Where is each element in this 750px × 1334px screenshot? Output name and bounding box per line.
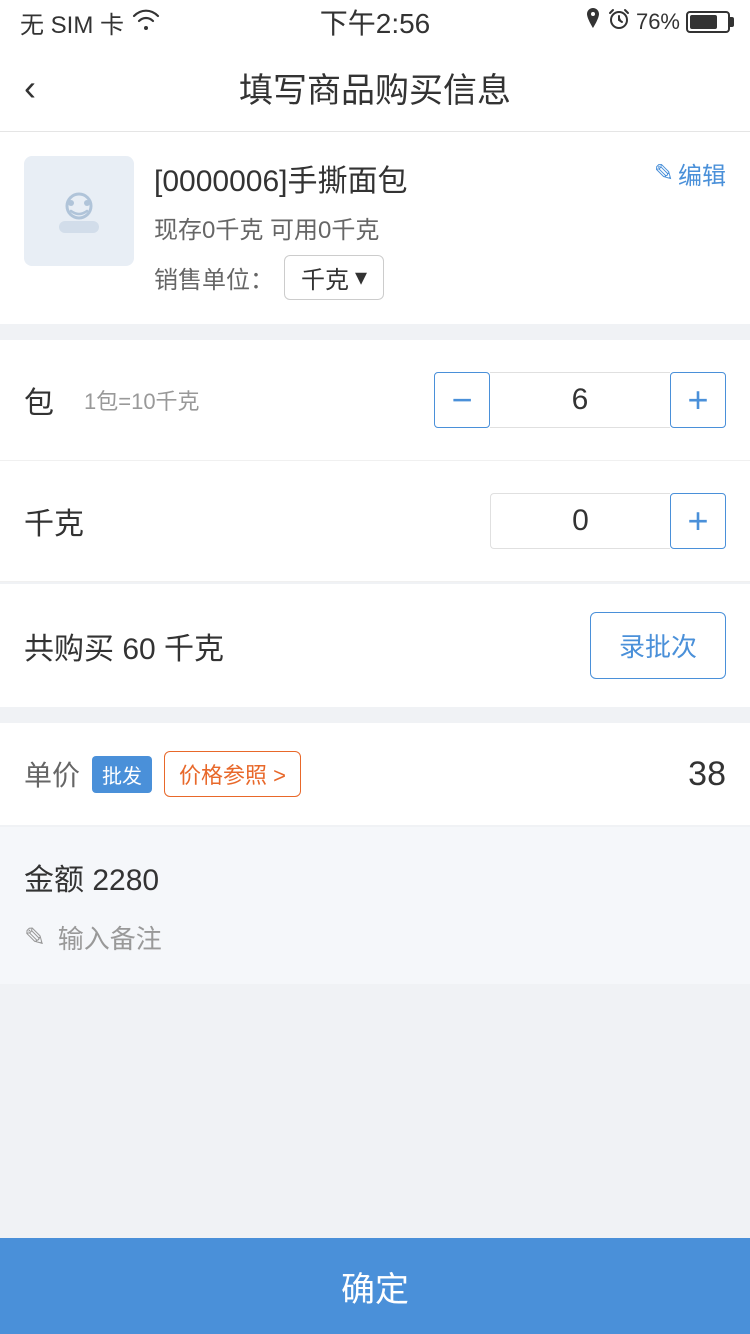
battery-icon: [686, 11, 730, 33]
batch-button[interactable]: 录批次: [590, 612, 726, 679]
price-value: 38: [688, 755, 726, 794]
alarm-icon: [608, 8, 630, 36]
status-left: 无 SIM 卡: [20, 5, 160, 40]
quantity-bao-input[interactable]: [490, 372, 670, 428]
stock-current: 现存0千克: [154, 217, 263, 244]
status-time: 下午2:56: [320, 2, 431, 42]
unit-selector[interactable]: 千克 ▾: [284, 255, 384, 300]
remark-placeholder: 输入备注: [58, 919, 162, 956]
remark-row[interactable]: ✎ 输入备注: [24, 919, 726, 956]
status-bar: 无 SIM 卡 下午2:56 76%: [0, 0, 750, 44]
increment-bao-button[interactable]: +: [670, 372, 726, 428]
amount-value: 2280: [92, 864, 159, 897]
increment-kg-button[interactable]: +: [670, 493, 726, 549]
product-unit: 销售单位： 千克 ▾: [154, 255, 726, 300]
dropdown-arrow-icon: ▾: [355, 263, 367, 292]
amount-section: 金额 2280 ✎ 输入备注: [0, 827, 750, 984]
quantity-hint-bao: 1包=10千克: [84, 384, 434, 416]
total-row: 共购买 60 千克 录批次: [0, 584, 750, 707]
product-section: [0000006]手撕面包 现存0千克 可用0千克 销售单位： 千克 ▾ ✎ 编…: [0, 132, 750, 324]
product-stock: 现存0千克 可用0千克: [154, 210, 726, 245]
quantity-label-bao: 包: [24, 378, 84, 422]
quantity-kg-input[interactable]: [490, 493, 670, 549]
quantity-controls-bao: − +: [434, 372, 726, 428]
price-row: 单价 批发 价格参照 > 38: [24, 751, 726, 797]
edit-icon: ✎: [654, 159, 674, 188]
product-image: [24, 156, 134, 266]
price-reference-button[interactable]: 价格参照 >: [164, 751, 301, 797]
wifi-icon: [132, 8, 160, 37]
quantity-label-kg: 千克: [24, 499, 84, 543]
location-icon: [584, 8, 602, 36]
nav-bar: ‹ 填写商品购买信息: [0, 44, 750, 132]
quantity-row-bao: 包 1包=10千克 − +: [0, 340, 750, 461]
quantity-controls-kg: +: [490, 493, 726, 549]
quantity-row-kg: 千克 +: [0, 461, 750, 582]
page-title: 填写商品购买信息: [239, 63, 511, 112]
amount-label: 金额: [24, 864, 84, 897]
price-tag: 批发: [92, 756, 152, 793]
product-info: [0000006]手撕面包 现存0千克 可用0千克 销售单位： 千克 ▾: [154, 156, 726, 300]
total-text: 共购买 60 千克: [24, 624, 224, 668]
quantity-section: 包 1包=10千克 − + 千克 +: [0, 340, 750, 582]
amount-row: 金额 2280: [24, 855, 726, 899]
confirm-button[interactable]: 确定: [0, 1238, 750, 1334]
edit-button[interactable]: ✎ 编辑: [654, 156, 726, 191]
status-right: 76%: [584, 8, 730, 36]
stock-available: 可用0千克: [270, 217, 379, 244]
battery-percentage: 76%: [636, 9, 680, 35]
price-label: 单价: [24, 754, 80, 794]
remark-icon: ✎: [24, 922, 46, 953]
decrement-bao-button[interactable]: −: [434, 372, 490, 428]
carrier-label: 无 SIM 卡: [20, 5, 124, 40]
price-section: 单价 批发 价格参照 > 38: [0, 723, 750, 825]
product-name: [0000006]手撕面包: [154, 156, 726, 200]
back-button[interactable]: ‹: [24, 67, 36, 109]
